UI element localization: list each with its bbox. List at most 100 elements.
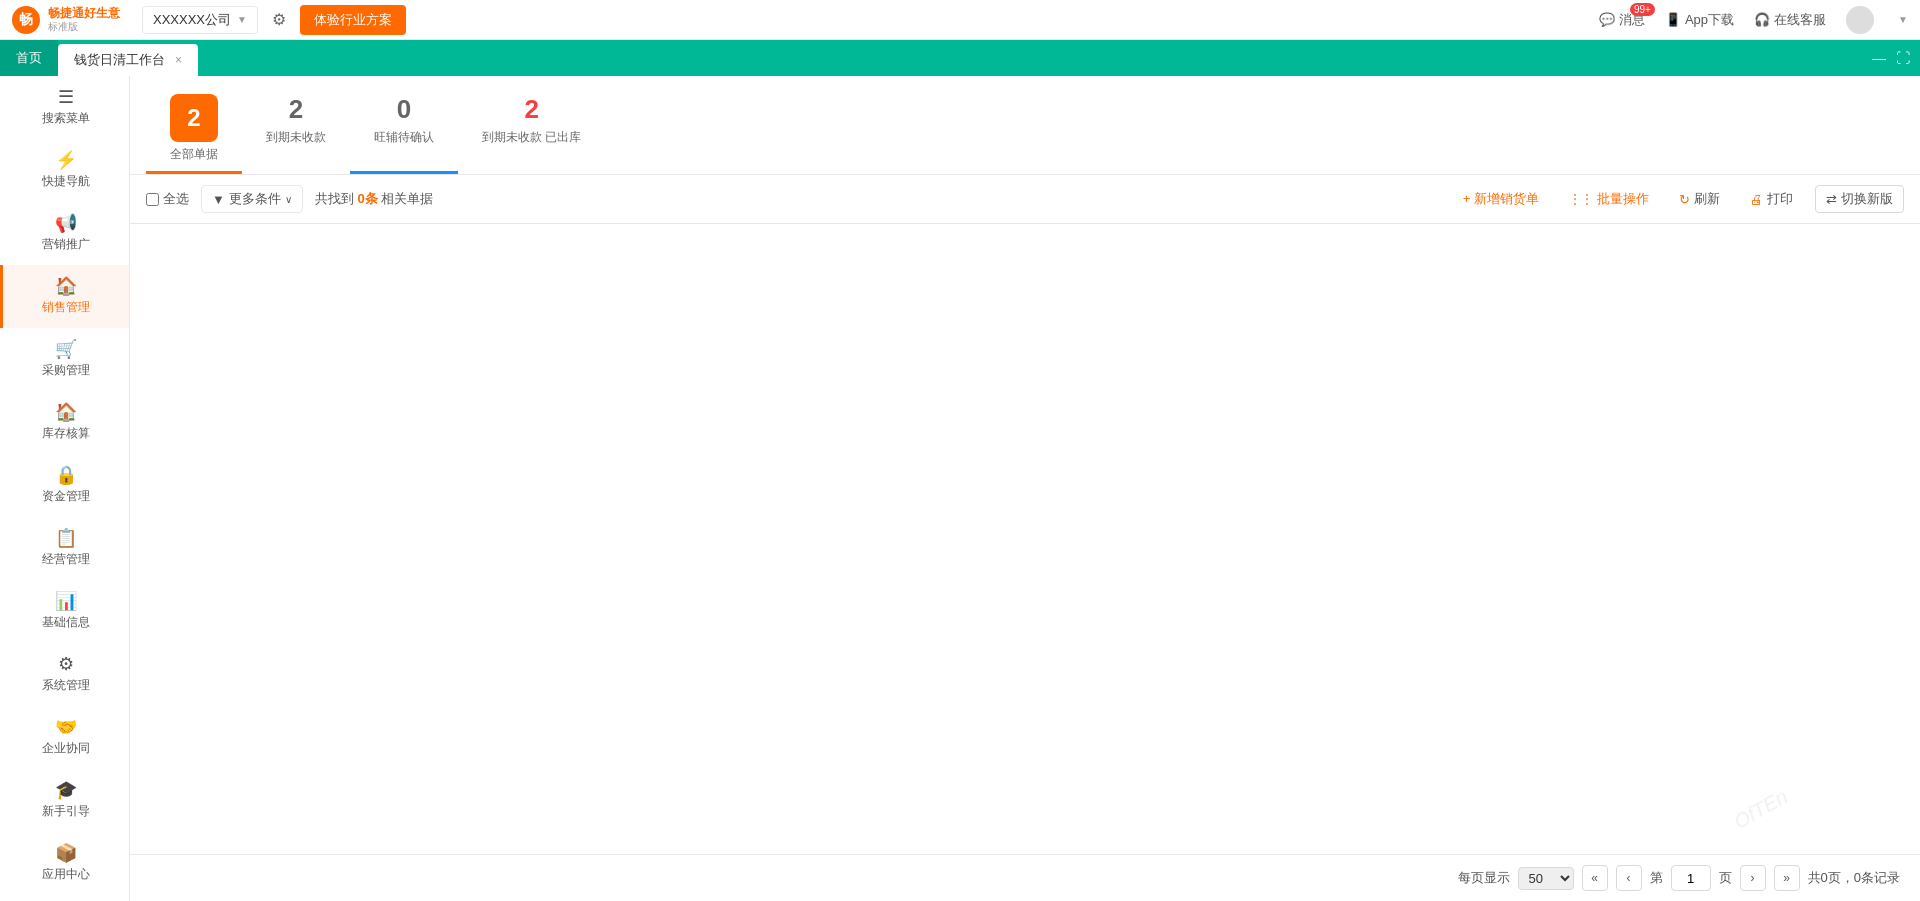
print-label: 打印 [1767, 190, 1793, 208]
filter-chevron-icon: ∨ [285, 194, 292, 205]
tab-home[interactable]: 首页 [0, 40, 58, 76]
company-name: XXXXXX公司 [153, 11, 231, 29]
result-count: 0条 [358, 191, 378, 206]
sales-icon: 🏠 [55, 277, 77, 295]
tab-active[interactable]: 钱货日清工作台 × [58, 44, 198, 76]
logo-icon: 畅 [12, 6, 40, 34]
sidebar-item-system[interactable]: ⚙ 系统管理 [0, 643, 129, 706]
switch-btn[interactable]: ⇄ 切换新版 [1815, 185, 1904, 213]
sidebar-item-sales[interactable]: 🏠 销售管理 [0, 265, 129, 328]
logo-area: 畅 畅捷通好生意 标准版 [12, 6, 142, 34]
sidebar-item-basic-info[interactable]: 📊 基础信息 [0, 580, 129, 643]
purchase-icon: 🛒 [55, 340, 77, 358]
sidebar-label-quick-nav: 快捷导航 [42, 173, 90, 190]
active-tab-label: 钱货日清工作台 [74, 51, 165, 69]
refresh-btn[interactable]: ↻ 刷新 [1671, 186, 1728, 212]
enterprise-icon: 🤝 [55, 718, 77, 736]
tab-maximize-icon[interactable]: ⛶ [1896, 50, 1910, 66]
result-prefix: 共找到 [315, 191, 354, 206]
online-service-btn[interactable]: 🎧 在线客服 [1754, 11, 1826, 29]
batch-btn[interactable]: ⋮⋮ 批量操作 [1561, 186, 1657, 212]
print-btn[interactable]: 🖨 打印 [1742, 186, 1801, 212]
chevron-down-icon: ▼ [237, 14, 247, 25]
prev-page-btn[interactable]: ‹ [1616, 865, 1642, 891]
avatar[interactable] [1846, 6, 1874, 34]
filter-btn[interactable]: ▼ 更多条件 ∨ [201, 185, 303, 213]
sidebar-item-search-menu[interactable]: ☰ 搜索菜单 [0, 76, 129, 139]
inventory-icon: 🏠 [55, 403, 77, 421]
stat-number-wangfu: 0 [397, 94, 411, 125]
sidebar-item-quick-nav[interactable]: ⚡ 快捷导航 [0, 139, 129, 202]
page-size-label: 每页显示 [1458, 869, 1510, 887]
online-service-label: 在线客服 [1774, 11, 1826, 29]
sidebar: ☰ 搜索菜单 ⚡ 快捷导航 📢 营销推广 🏠 销售管理 🛒 采购管理 🏠 库存核… [0, 76, 130, 901]
stat-tab-all[interactable]: 2 全部单据 [146, 88, 242, 174]
stats-tabs: 2 全部单据 2 到期未收款 0 旺辅待确认 2 到期未收款 已出库 [130, 76, 1920, 175]
home-tab-label: 首页 [16, 49, 42, 67]
page-input[interactable] [1671, 865, 1711, 891]
sidebar-item-operations[interactable]: 📋 经营管理 [0, 517, 129, 580]
select-all-checkbox[interactable]: 全选 [146, 190, 189, 208]
sidebar-item-finance[interactable]: 🔒 资金管理 [0, 454, 129, 517]
page-size-select[interactable]: 50 20 100 [1518, 867, 1574, 890]
sidebar-label-enterprise: 企业协同 [42, 740, 90, 757]
stat-number-all: 2 [170, 94, 218, 142]
quick-nav-icon: ⚡ [55, 151, 77, 169]
sidebar-item-purchase[interactable]: 🛒 采购管理 [0, 328, 129, 391]
sidebar-item-enterprise[interactable]: 🤝 企业协同 [0, 706, 129, 769]
print-icon: 🖨 [1750, 192, 1763, 207]
app-download-btn[interactable]: 📱 App下载 [1665, 11, 1734, 29]
sidebar-label-guide: 新手引导 [42, 803, 90, 820]
stat-number-overdue: 2 [289, 94, 303, 125]
result-text: 共找到 0条 相关单据 [315, 190, 433, 208]
logo-text: 畅捷通好生意 标准版 [48, 6, 120, 32]
add-btn[interactable]: + 新增销货单 [1455, 186, 1547, 212]
sidebar-label-finance: 资金管理 [42, 488, 90, 505]
system-icon: ⚙ [58, 655, 74, 673]
select-all-input[interactable] [146, 193, 159, 206]
logo-subtitle: 标准版 [48, 21, 120, 33]
stat-number-shipped: 2 [524, 94, 538, 125]
sidebar-item-marketing[interactable]: 📢 营销推广 [0, 202, 129, 265]
stat-tab-overdue[interactable]: 2 到期未收款 [242, 88, 350, 174]
sidebar-label-basic-info: 基础信息 [42, 614, 90, 631]
first-page-btn[interactable]: « [1582, 865, 1608, 891]
messages-btn[interactable]: 💬 消息 99+ [1599, 11, 1645, 29]
next-page-btn[interactable]: › [1740, 865, 1766, 891]
message-icon: 💬 [1599, 12, 1615, 27]
company-selector[interactable]: XXXXXX公司 ▼ [142, 6, 258, 34]
sidebar-label-search-menu: 搜索菜单 [42, 110, 90, 127]
sidebar-label-system: 系统管理 [42, 677, 90, 694]
messages-badge: 99+ [1630, 3, 1655, 16]
experience-btn[interactable]: 体验行业方案 [300, 5, 406, 35]
page-label: 第 [1650, 869, 1663, 887]
finance-icon: 🔒 [55, 466, 77, 484]
refresh-label: 刷新 [1694, 190, 1720, 208]
table-area [130, 224, 1920, 854]
last-page-btn[interactable]: » [1774, 865, 1800, 891]
batch-label: 批量操作 [1597, 190, 1649, 208]
content-area: 2 全部单据 2 到期未收款 0 旺辅待确认 2 到期未收款 已出库 全选 [130, 76, 1920, 901]
tab-close-icon[interactable]: × [175, 53, 182, 67]
sidebar-item-wechat[interactable]: 💬 企业微信 [0, 895, 129, 901]
tab-bar: 首页 钱货日清工作台 × — ⛶ [0, 40, 1920, 76]
header-right: 💬 消息 99+ 📱 App下载 🎧 在线客服 ▼ [1599, 6, 1908, 34]
settings-icon[interactable]: ⚙ [268, 6, 290, 33]
switch-label: 切换新版 [1841, 190, 1893, 208]
stat-tab-shipped[interactable]: 2 到期未收款 已出库 [458, 88, 605, 174]
sidebar-item-app-center[interactable]: 📦 应用中心 [0, 832, 129, 895]
tab-minimize-icon[interactable]: — [1872, 50, 1886, 66]
tab-bar-right: — ⛶ [1872, 40, 1920, 76]
stat-tab-wangfu[interactable]: 0 旺辅待确认 [350, 88, 458, 174]
main-layout: ☰ 搜索菜单 ⚡ 快捷导航 📢 营销推广 🏠 销售管理 🛒 采购管理 🏠 库存核… [0, 76, 1920, 901]
refresh-icon: ↻ [1679, 192, 1690, 207]
operations-icon: 📋 [55, 529, 77, 547]
page-summary: 共0页，0条记录 [1808, 869, 1900, 887]
stat-label-wangfu: 旺辅待确认 [374, 129, 434, 146]
username-area[interactable]: ▼ [1894, 14, 1908, 25]
page-label-end: 页 [1719, 869, 1732, 887]
sidebar-item-guide[interactable]: 🎓 新手引导 [0, 769, 129, 832]
service-icon: 🎧 [1754, 12, 1770, 27]
sidebar-item-inventory[interactable]: 🏠 库存核算 [0, 391, 129, 454]
result-suffix: 相关单据 [381, 191, 433, 206]
